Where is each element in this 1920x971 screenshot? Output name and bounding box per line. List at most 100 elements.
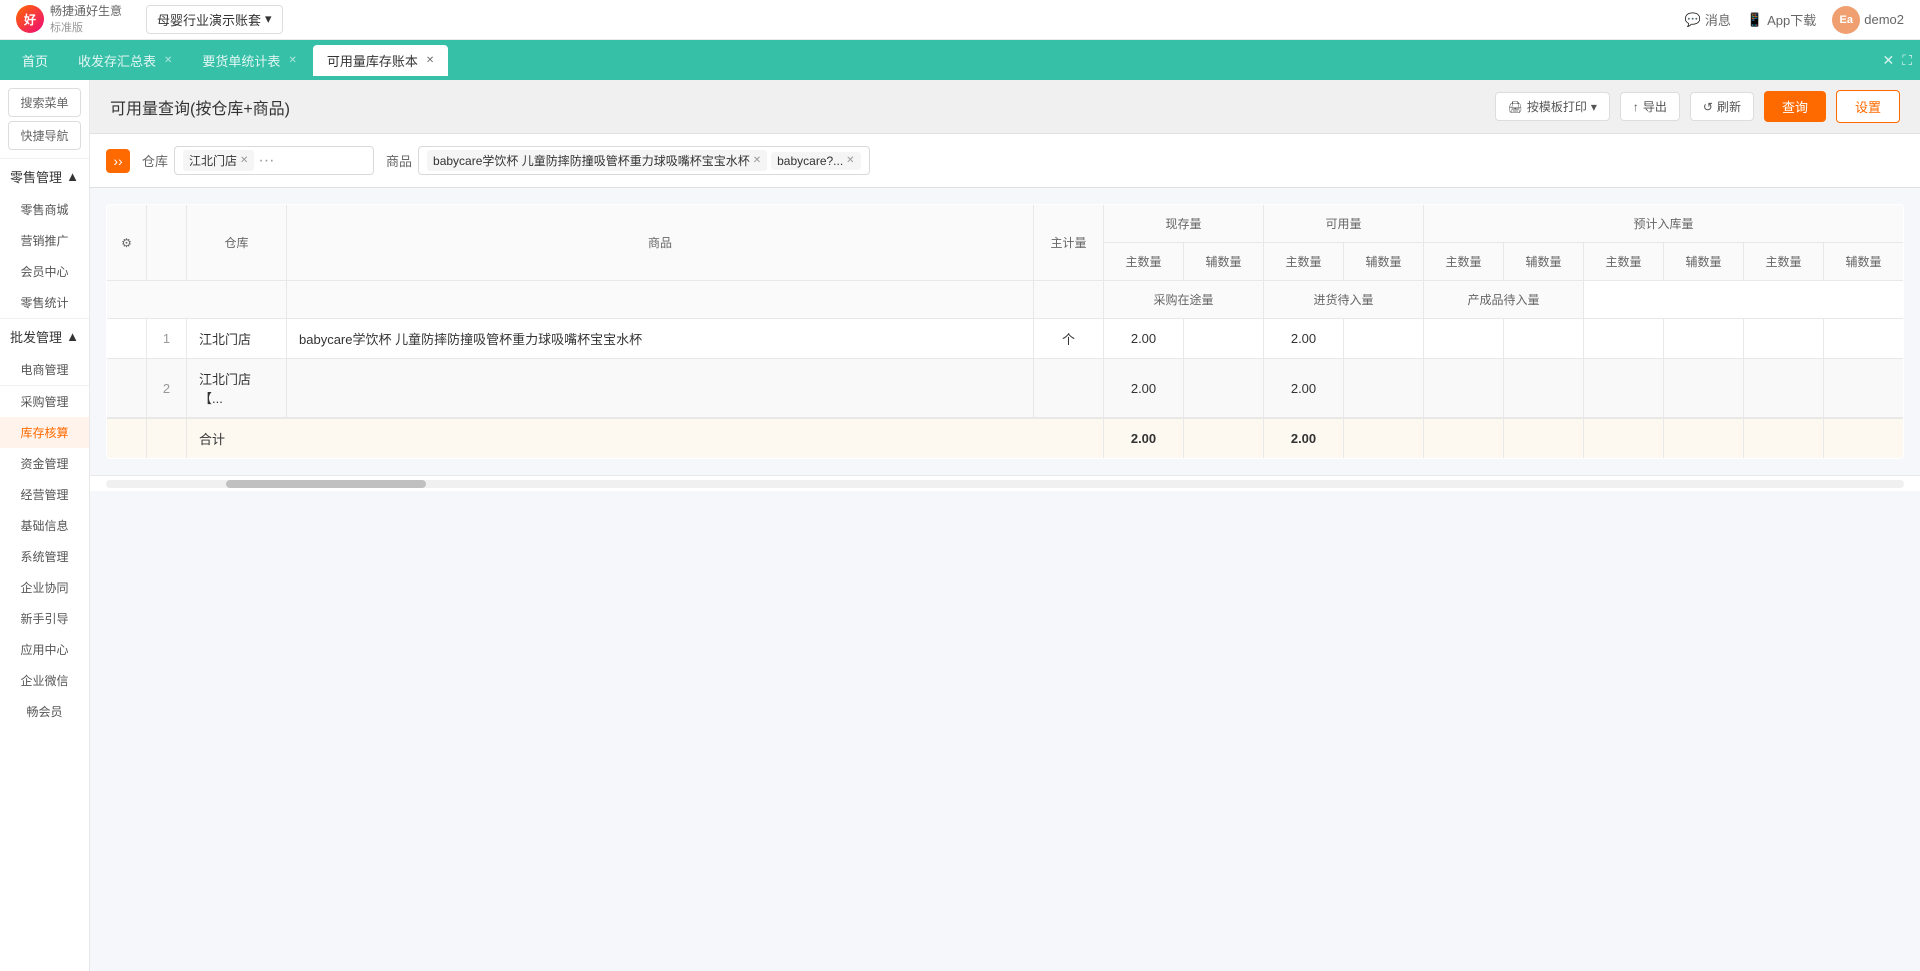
sidebar-item-retail-mall[interactable]: 零售商城 — [0, 194, 89, 225]
sidebar-item-ecommerce[interactable]: 电商管理 — [0, 354, 89, 385]
sidebar-item-basics[interactable]: 基础信息 — [0, 510, 89, 541]
sidebar-item-inventory[interactable]: 库存核算 — [0, 417, 89, 448]
th-purchase-transit-aux: 辅数量 — [1504, 243, 1584, 281]
cell-prod-in-aux-1 — [1824, 319, 1904, 359]
total-prod-in-main — [1744, 418, 1824, 459]
close-tab-order[interactable]: ✕ — [288, 55, 296, 66]
cell-product-2 — [287, 359, 1034, 419]
cell-pur-trans-aux-2 — [1504, 359, 1584, 419]
sidebar-item-operations[interactable]: 经营管理 — [0, 479, 89, 510]
scroll-track[interactable] — [106, 480, 1904, 488]
content-area: 可用量查询(按仓库+商品) 🖨 按模板打印 ▾ ↑ 导出 ↺ 刷新 查询 设置 — [90, 80, 1920, 971]
tenant-selector[interactable]: 母婴行业演示账套 ▾ — [146, 5, 283, 34]
query-button[interactable]: 查询 — [1764, 91, 1826, 122]
filter-expand-button[interactable]: ›› — [106, 149, 130, 173]
more-options-icon[interactable]: ··· — [258, 152, 274, 170]
tab-order-stats[interactable]: 要货单统计表 ✕ — [188, 45, 310, 76]
cell-pur-trans-main-1 — [1424, 319, 1504, 359]
cell-pur-in-aux-1 — [1664, 319, 1744, 359]
top-bar: 好 畅捷通好生意 标准版 母婴行业演示账套 ▾ 💬 消息 📱 App下载 Ea … — [0, 0, 1920, 40]
total-label: 合计 — [187, 418, 1104, 459]
export-button[interactable]: ↑ 导出 — [1620, 92, 1680, 121]
sidebar-item-members[interactable]: 会员中心 — [0, 256, 89, 287]
remove-product-tag-1[interactable]: ✕ — [753, 155, 761, 166]
product-tags-container[interactable]: babycare学饮杯 儿童防摔防撞吸管杯重力球吸嘴杯宝宝水杯 ✕ babyca… — [418, 146, 870, 175]
total-stock-aux — [1184, 418, 1264, 459]
cell-product-1: babycare学饮杯 儿童防摔防撞吸管杯重力球吸嘴杯宝宝水杯 — [287, 319, 1034, 359]
bottom-scroll[interactable] — [90, 475, 1920, 491]
page-header: 可用量查询(按仓库+商品) 🖨 按模板打印 ▾ ↑ 导出 ↺ 刷新 查询 设置 — [90, 80, 1920, 134]
sidebar: 搜索菜单 快捷导航 零售管理 ▲ 零售商城 营销推广 会员中心 零售统计 批发管… — [0, 80, 90, 971]
sidebar-item-retail-stats[interactable]: 零售统计 — [0, 287, 89, 318]
total-pur-in-main — [1584, 418, 1664, 459]
warehouse-label: 仓库 — [142, 151, 168, 170]
th-purchase-in-main: 主数量 — [1584, 243, 1664, 281]
sidebar-item-newbie[interactable]: 新手引导 — [0, 603, 89, 634]
sidebar-item-wechat[interactable]: 企业微信 — [0, 665, 89, 696]
page-title: 可用量查询(按仓库+商品) — [110, 95, 290, 119]
total-pur-trans-aux — [1504, 418, 1584, 459]
main-layout: 搜索菜单 快捷导航 零售管理 ▲ 零售商城 营销推广 会员中心 零售统计 批发管… — [0, 80, 1920, 971]
product-label: 商品 — [386, 151, 412, 170]
close-tab-inventory[interactable]: ✕ — [426, 55, 434, 66]
sidebar-group-wholesale-header[interactable]: 批发管理 ▲ — [0, 319, 89, 354]
sidebar-item-system[interactable]: 系统管理 — [0, 541, 89, 572]
th-purchase-transit-main: 主数量 — [1424, 243, 1504, 281]
cell-index-1: 1 — [147, 319, 187, 359]
scroll-thumb[interactable] — [226, 480, 426, 488]
tab-collection-summary[interactable]: 收发存汇总表 ✕ — [64, 45, 186, 76]
nav-tabs: 首页 收发存汇总表 ✕ 要货单统计表 ✕ 可用量库存账本 ✕ ✕ ⛶ — [0, 40, 1920, 80]
tab-home[interactable]: 首页 — [8, 45, 62, 76]
print-button[interactable]: 🖨 按模板打印 ▾ — [1495, 92, 1610, 121]
print-icon: 🖨 — [1508, 100, 1523, 114]
refresh-button[interactable]: ↺ 刷新 — [1690, 92, 1754, 121]
th-production-in-aux: 辅数量 — [1824, 243, 1904, 281]
sidebar-item-app-center[interactable]: 应用中心 — [0, 634, 89, 665]
expand-icon[interactable]: ⛶ — [1902, 52, 1912, 69]
cell-pur-trans-main-2 — [1424, 359, 1504, 419]
th-index — [147, 205, 187, 281]
total-prod-in-aux — [1824, 418, 1904, 459]
close-tab-collection[interactable]: ✕ — [164, 55, 172, 66]
remove-warehouse-tag[interactable]: ✕ — [240, 155, 248, 166]
avatar: Ea — [1832, 6, 1860, 34]
warehouse-tags-container[interactable]: 江北门店 ✕ ··· — [174, 146, 374, 175]
close-all-icon[interactable]: ✕ — [1882, 52, 1894, 69]
sidebar-item-purchase[interactable]: 采购管理 — [0, 386, 89, 417]
user-profile[interactable]: Ea demo2 — [1832, 6, 1904, 34]
settings-icon[interactable]: ⚙ — [121, 236, 132, 250]
message-button[interactable]: 💬 消息 — [1685, 10, 1731, 29]
sidebar-item-enterprise[interactable]: 企业协同 — [0, 572, 89, 603]
chevron-down-icon: ▾ — [1591, 100, 1597, 114]
app-download-button[interactable]: 📱 App下载 — [1747, 10, 1816, 29]
cell-prod-in-main-1 — [1744, 319, 1824, 359]
th-production-in-main: 主数量 — [1744, 243, 1824, 281]
search-menu-button[interactable]: 搜索菜单 — [8, 88, 81, 117]
total-pur-in-aux — [1664, 418, 1744, 459]
cell-pur-in-main-2 — [1584, 359, 1664, 419]
table-scroll[interactable]: ⚙ 仓库 商品 主计量 现存量 可用量 预计入库量 主数量 辅数 — [106, 204, 1904, 459]
sidebar-item-marketing[interactable]: 营销推广 — [0, 225, 89, 256]
sidebar-item-finance[interactable]: 资金管理 — [0, 448, 89, 479]
th-available: 可用量 — [1264, 205, 1424, 243]
refresh-icon: ↺ — [1703, 100, 1713, 114]
cell-stock-aux-2 — [1184, 359, 1264, 419]
sidebar-search-area: 搜索菜单 快捷导航 — [0, 80, 89, 159]
table-row: 1 江北门店 babycare学饮杯 儿童防摔防撞吸管杯重力球吸嘴杯宝宝水杯 个… — [107, 319, 1904, 359]
total-avail-main: 2.00 — [1264, 418, 1344, 459]
cell-check — [107, 319, 147, 359]
sidebar-group-retail: 零售管理 ▲ 零售商城 营销推广 会员中心 零售统计 — [0, 159, 89, 319]
tab-available-inventory[interactable]: 可用量库存账本 ✕ — [313, 45, 448, 76]
sidebar-group-retail-header[interactable]: 零售管理 ▲ — [0, 159, 89, 194]
product-tag-babycare: babycare学饮杯 儿童防摔防撞吸管杯重力球吸嘴杯宝宝水杯 ✕ — [427, 150, 767, 171]
filter-area: ›› 仓库 江北门店 ✕ ··· 商品 babycare学饮杯 儿童防摔防撞吸管… — [90, 134, 1920, 188]
setting-button[interactable]: 设置 — [1836, 90, 1900, 123]
quick-nav-button[interactable]: 快捷导航 — [8, 121, 81, 150]
sidebar-item-member-pro[interactable]: 畅会员 — [0, 696, 89, 727]
sidebar-group-wholesale: 批发管理 ▲ 电商管理 — [0, 319, 89, 386]
th-sub-purchase-transit: 采购在途量 — [1104, 281, 1264, 319]
chevron-icon: ▲ — [66, 169, 79, 184]
nav-right-controls: ✕ ⛶ — [1882, 52, 1912, 69]
remove-product-tag-2[interactable]: ✕ — [846, 155, 854, 166]
product-tag-babycare2: babycare?... ✕ — [771, 152, 860, 170]
